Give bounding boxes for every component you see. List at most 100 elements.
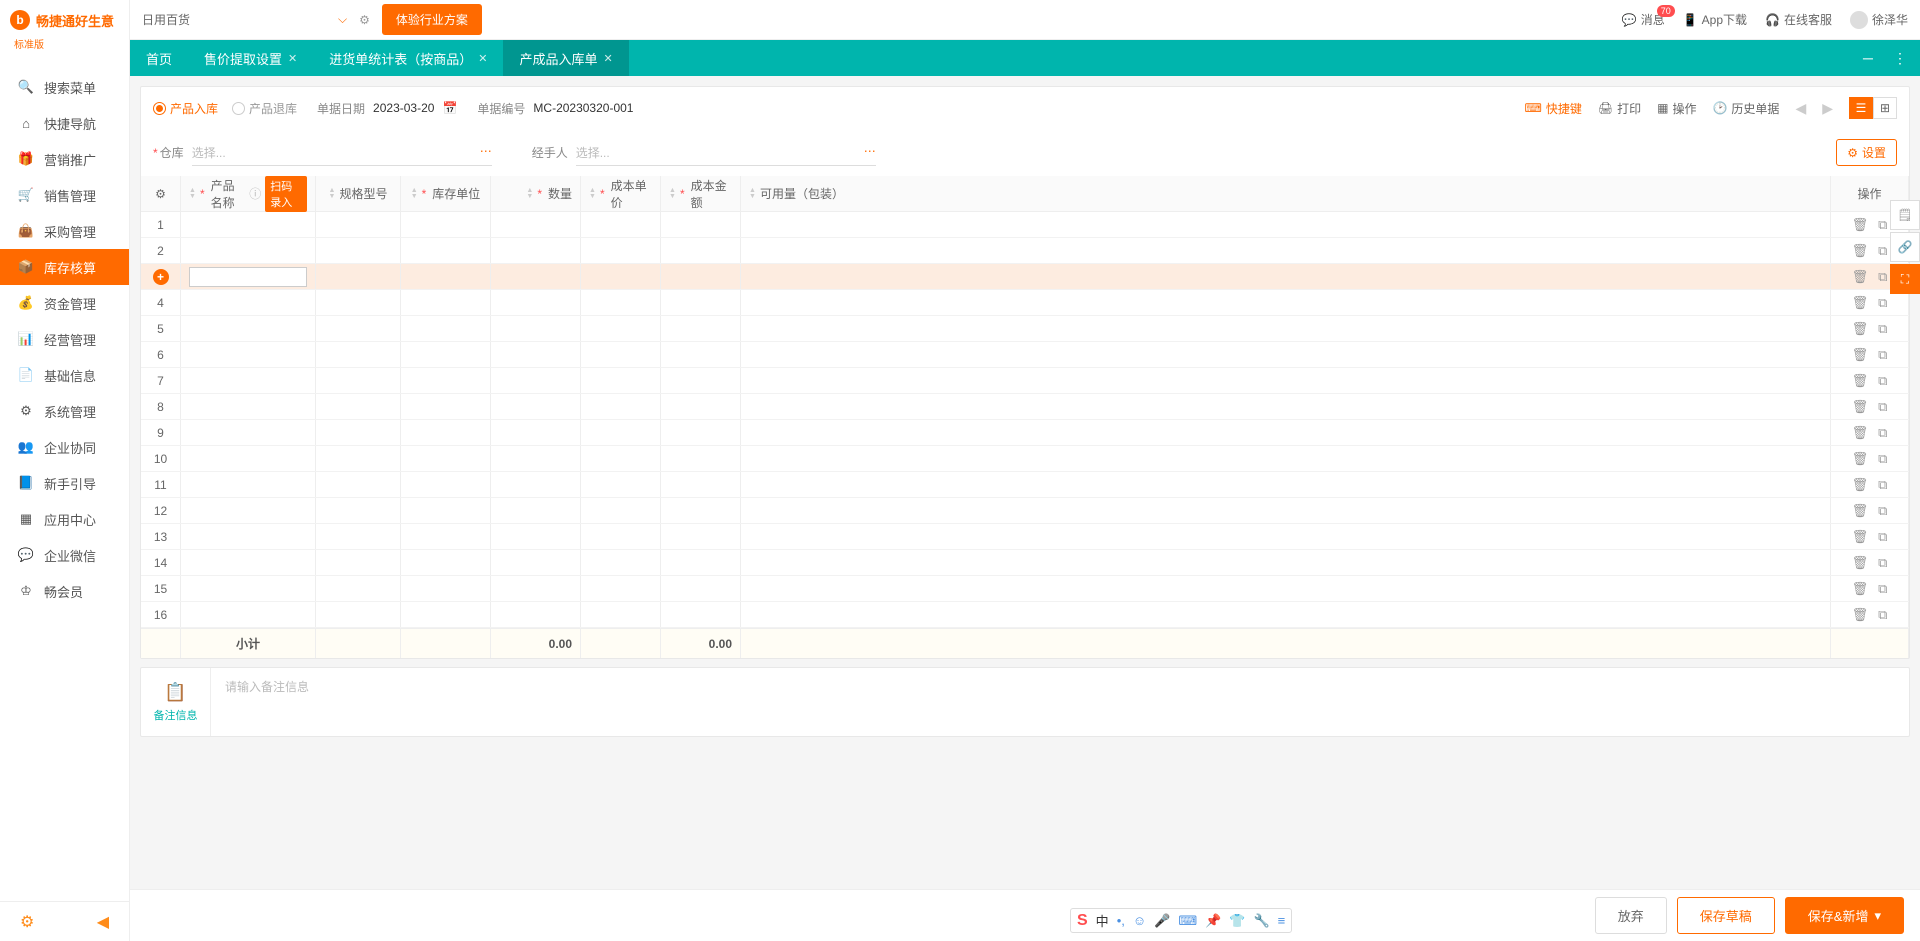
operate-link[interactable]: ▦操作 bbox=[1657, 100, 1696, 117]
tab-menu-button[interactable]: ⋮ bbox=[1888, 46, 1912, 70]
messages-button[interactable]: 💬 消息 70 bbox=[1622, 11, 1665, 28]
sidebar-item-2[interactable]: 🎁营销推广 bbox=[0, 141, 129, 177]
copy-row-icon[interactable]: ⧉ bbox=[1878, 243, 1887, 259]
delete-row-icon[interactable]: 🗑 bbox=[1852, 581, 1869, 597]
delete-row-icon[interactable]: 🗑 bbox=[1852, 451, 1869, 467]
delete-row-icon[interactable]: 🗑 bbox=[1852, 373, 1869, 389]
delete-row-icon[interactable]: 🗑 bbox=[1852, 425, 1869, 441]
table-row[interactable]: 9 🗑 ⧉ bbox=[141, 420, 1909, 446]
support-button[interactable]: 🎧 在线客服 bbox=[1765, 11, 1832, 28]
sidebar-item-3[interactable]: 🛒销售管理 bbox=[0, 177, 129, 213]
history-link[interactable]: 🕑历史单据 bbox=[1712, 100, 1779, 117]
settings-gear-icon[interactable]: ⚙ bbox=[20, 912, 34, 932]
handler-select[interactable]: 选择... ⋯ bbox=[576, 140, 876, 166]
try-industry-button[interactable]: 体验行业方案 bbox=[382, 4, 482, 35]
col-price[interactable]: ▲▼*成本单价 bbox=[581, 176, 661, 211]
col-unit[interactable]: ▲▼*库存单位 bbox=[401, 176, 491, 211]
sidebar-item-5[interactable]: 📦库存核算 bbox=[0, 249, 129, 285]
dock-note-icon[interactable]: 🗒 bbox=[1890, 200, 1920, 230]
delete-row-icon[interactable]: 🗑 bbox=[1852, 555, 1869, 571]
sidebar-item-10[interactable]: 👥企业协同 bbox=[0, 429, 129, 465]
category-select[interactable]: 日用百货 ⌵ bbox=[142, 11, 347, 28]
table-row[interactable]: 13 🗑 ⧉ bbox=[141, 524, 1909, 550]
delete-row-icon[interactable]: 🗑 bbox=[1852, 269, 1869, 285]
ime-menu-icon[interactable]: ≡ bbox=[1278, 913, 1286, 928]
table-settings-button[interactable]: ⚙ 设置 bbox=[1836, 139, 1897, 166]
close-icon[interactable]: ✕ bbox=[288, 52, 297, 65]
col-config-button[interactable]: ⚙ bbox=[141, 176, 181, 211]
view-detail-button[interactable]: ⊞ bbox=[1873, 97, 1897, 119]
ime-toolbar[interactable]: S 中 •, ☺ 🎤 ⌨ 📌 👕 🔧 ≡ bbox=[1070, 908, 1292, 933]
ime-mic-icon[interactable]: 🎤 bbox=[1154, 913, 1170, 929]
shortcut-link[interactable]: ⌨快捷键 bbox=[1525, 100, 1582, 117]
sidebar-item-11[interactable]: 📘新手引导 bbox=[0, 465, 129, 501]
sidebar-item-1[interactable]: ⌂快捷导航 bbox=[0, 105, 129, 141]
ime-keyboard-icon[interactable]: ⌨ bbox=[1178, 913, 1197, 929]
ime-smile-icon[interactable]: ☺ bbox=[1133, 913, 1146, 928]
print-link[interactable]: 🖨打印 bbox=[1598, 100, 1641, 117]
date-value[interactable]: 2023-03-20 bbox=[373, 101, 434, 115]
col-amount[interactable]: ▲▼*成本金额 bbox=[661, 176, 741, 211]
delete-row-icon[interactable]: 🗑 bbox=[1852, 217, 1869, 233]
category-settings-icon[interactable]: ⚙ bbox=[359, 13, 370, 27]
ime-pin-icon[interactable]: 📌 bbox=[1205, 913, 1221, 929]
copy-row-icon[interactable]: ⧉ bbox=[1878, 425, 1887, 441]
ime-dot-icon[interactable]: •, bbox=[1117, 913, 1125, 928]
copy-row-icon[interactable]: ⧉ bbox=[1878, 529, 1887, 545]
delete-row-icon[interactable]: 🗑 bbox=[1852, 321, 1869, 337]
radio-product-in[interactable]: 产品入库 bbox=[153, 100, 218, 117]
product-name-input[interactable] bbox=[189, 267, 307, 287]
table-row[interactable]: 2 🗑 ⧉ bbox=[141, 238, 1909, 264]
table-row[interactable]: 1 🗑 ⧉ bbox=[141, 212, 1909, 238]
ime-tool-icon[interactable]: 🔧 bbox=[1253, 913, 1269, 929]
copy-row-icon[interactable]: ⧉ bbox=[1878, 503, 1887, 519]
copy-row-icon[interactable]: ⧉ bbox=[1878, 347, 1887, 363]
copy-row-icon[interactable]: ⧉ bbox=[1878, 321, 1887, 337]
delete-row-icon[interactable]: 🗑 bbox=[1852, 295, 1869, 311]
delete-row-icon[interactable]: 🗑 bbox=[1852, 529, 1869, 545]
save-new-button[interactable]: 保存&新增▾ bbox=[1785, 897, 1904, 934]
delete-row-icon[interactable]: 🗑 bbox=[1852, 347, 1869, 363]
copy-row-icon[interactable]: ⧉ bbox=[1878, 451, 1887, 467]
delete-row-icon[interactable]: 🗑 bbox=[1852, 503, 1869, 519]
tab-3[interactable]: 产成品入库单✕ bbox=[503, 40, 628, 76]
copy-row-icon[interactable]: ⧉ bbox=[1878, 295, 1887, 311]
view-list-button[interactable]: ☰ bbox=[1849, 97, 1873, 119]
copy-row-icon[interactable]: ⧉ bbox=[1878, 607, 1887, 623]
table-row[interactable]: 6 🗑 ⧉ bbox=[141, 342, 1909, 368]
sidebar-item-0[interactable]: 🔍搜索菜单 bbox=[0, 69, 129, 105]
delete-row-icon[interactable]: 🗑 bbox=[1852, 607, 1869, 623]
prev-page-button[interactable]: ◀ bbox=[1795, 100, 1806, 117]
table-row[interactable]: 10 🗑 ⧉ bbox=[141, 446, 1909, 472]
tab-1[interactable]: 售价提取设置✕ bbox=[188, 40, 313, 76]
sidebar-item-7[interactable]: 📊经营管理 bbox=[0, 321, 129, 357]
copy-row-icon[interactable]: ⧉ bbox=[1878, 477, 1887, 493]
user-menu[interactable]: 徐泽华 bbox=[1850, 11, 1908, 29]
delete-row-icon[interactable]: 🗑 bbox=[1852, 477, 1869, 493]
table-row[interactable]: 11 🗑 ⧉ bbox=[141, 472, 1909, 498]
radio-product-out[interactable]: 产品退库 bbox=[232, 100, 297, 117]
copy-row-icon[interactable]: ⧉ bbox=[1878, 217, 1887, 233]
sidebar-item-6[interactable]: 💰资金管理 bbox=[0, 285, 129, 321]
remark-input[interactable]: 请输入备注信息 bbox=[211, 668, 1909, 736]
col-qty[interactable]: ▲▼*数量 bbox=[491, 176, 581, 211]
delete-row-icon[interactable]: 🗑 bbox=[1852, 243, 1869, 259]
table-row[interactable]: + 🗑 ⧉ bbox=[141, 264, 1909, 290]
table-row[interactable]: 12 🗑 ⧉ bbox=[141, 498, 1909, 524]
table-row[interactable]: 16 🗑 ⧉ bbox=[141, 602, 1909, 628]
calendar-icon[interactable]: 📅 bbox=[442, 101, 457, 115]
add-row-button[interactable]: + bbox=[153, 269, 169, 285]
dock-expand-icon[interactable]: ⛶ bbox=[1890, 264, 1920, 294]
sidebar-item-13[interactable]: 💬企业微信 bbox=[0, 537, 129, 573]
scan-badge[interactable]: 扫码录入 bbox=[265, 176, 307, 212]
dock-link-icon[interactable]: 🔗 bbox=[1890, 232, 1920, 262]
col-spec[interactable]: ▲▼规格型号 bbox=[316, 176, 401, 211]
table-row[interactable]: 14 🗑 ⧉ bbox=[141, 550, 1909, 576]
copy-row-icon[interactable]: ⧉ bbox=[1878, 399, 1887, 415]
next-page-button[interactable]: ▶ bbox=[1822, 100, 1833, 117]
col-available[interactable]: ▲▼可用量（包装） bbox=[741, 176, 1831, 211]
warehouse-select[interactable]: 选择... ⋯ bbox=[192, 140, 492, 166]
collapse-icon[interactable]: ◀ bbox=[97, 912, 109, 932]
copy-row-icon[interactable]: ⧉ bbox=[1878, 373, 1887, 389]
sidebar-item-14[interactable]: ♔畅会员 bbox=[0, 573, 129, 609]
